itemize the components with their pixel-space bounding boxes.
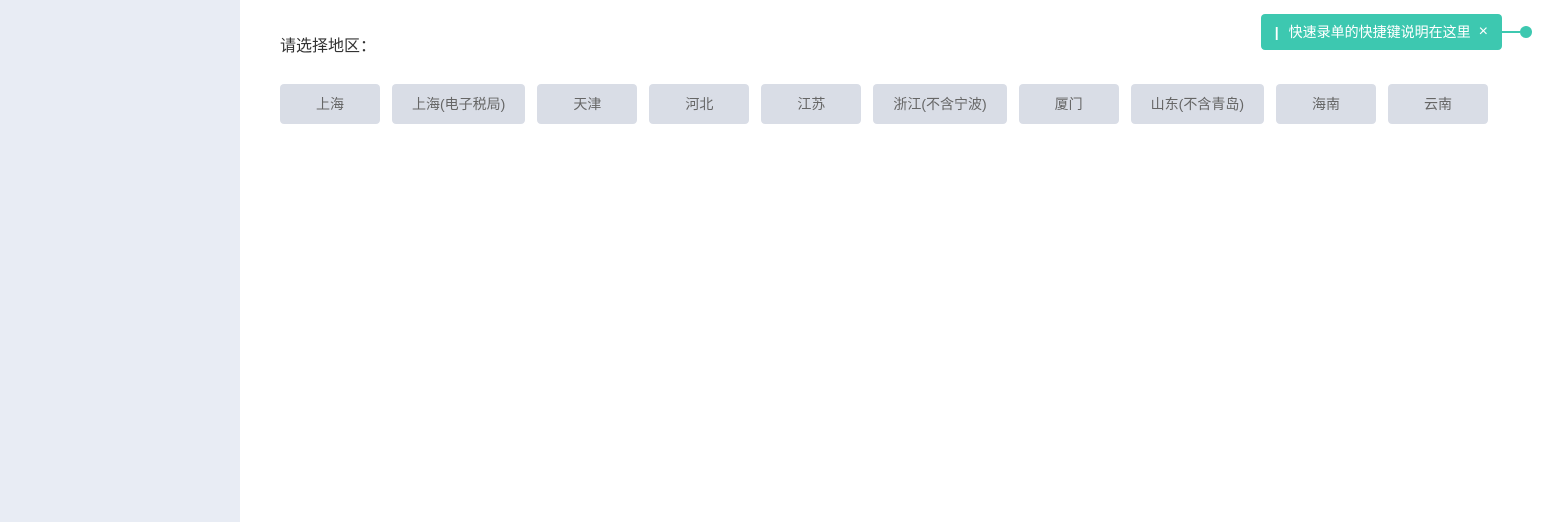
tooltip-close-button[interactable]: × — [1479, 24, 1488, 40]
sidebar — [0, 0, 240, 522]
tooltip-banner: 快速录单的快捷键说明在这里 × — [1261, 14, 1502, 50]
region-button-shanghai[interactable]: 上海 — [280, 84, 380, 124]
region-button-xiamen[interactable]: 厦门 — [1019, 84, 1119, 124]
region-button-zhejiang[interactable]: 浙江(不含宁波) — [873, 84, 1006, 124]
tooltip-line — [1500, 31, 1520, 33]
tooltip-text: 快速录单的快捷键说明在这里 — [1289, 22, 1471, 42]
region-button-yunnan[interactable]: 云南 — [1388, 84, 1488, 124]
region-button-tianjin[interactable]: 天津 — [537, 84, 637, 124]
region-buttons: 上海上海(电子税局) 天津河北江苏浙江(不含宁波) 厦门山东(不含青岛) 海南云南 — [280, 84, 1522, 124]
region-button-hainan[interactable]: 海南 — [1276, 84, 1376, 124]
region-button-shanghai-etax[interactable]: 上海(电子税局) — [392, 84, 525, 124]
tooltip-dot — [1520, 26, 1532, 38]
main-content: 请选择地区： 上海上海(电子税局)天津河北江苏浙江(不含宁波)厦门山东(不含青岛… — [240, 0, 1562, 522]
region-button-jiangsu[interactable]: 江苏 — [761, 84, 861, 124]
region-button-hebei[interactable]: 河北 — [649, 84, 749, 124]
region-button-shandong[interactable]: 山东(不含青岛) — [1131, 84, 1264, 124]
